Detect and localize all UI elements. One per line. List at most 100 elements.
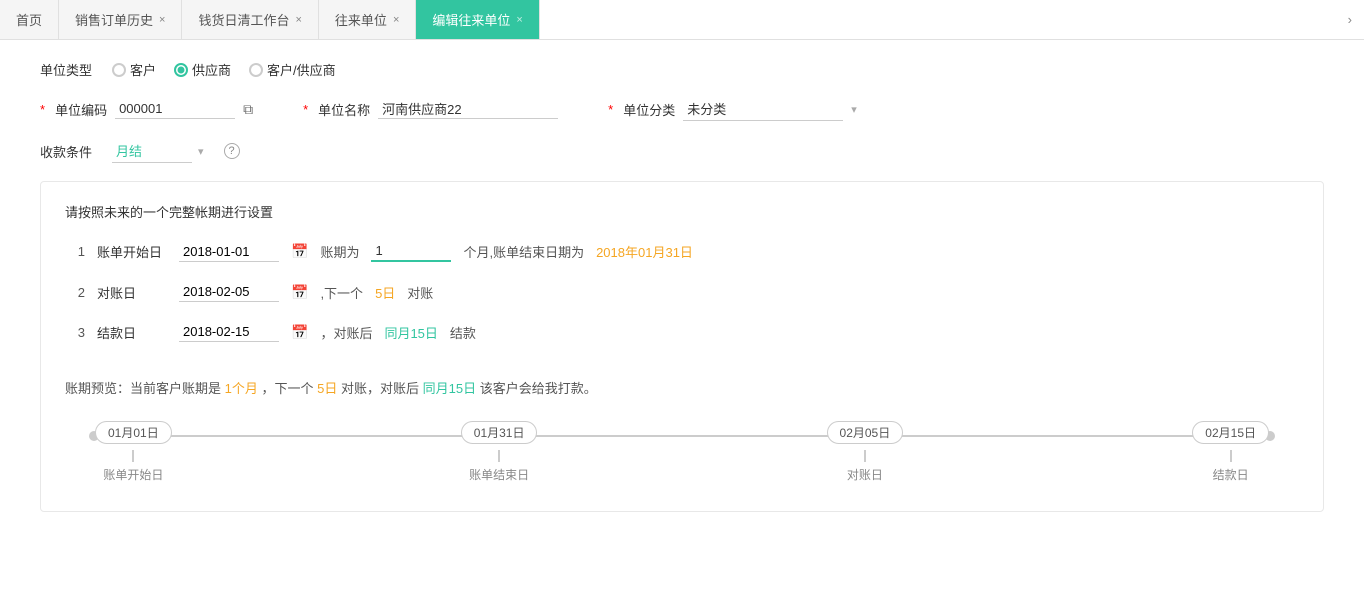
timeline-connector-1 [132, 450, 134, 462]
period-row-2-prefix: ,下一个 [320, 283, 363, 302]
radio-circle-supplier [174, 63, 188, 77]
tab-cashier-workbench[interactable]: 钱货日清工作台 × [182, 0, 318, 39]
period-row-2-suffix: 对账 [407, 283, 433, 302]
radio-customer-label: 客户 [130, 60, 156, 79]
period-row-1-calendar-icon[interactable]: 📅 [291, 243, 308, 260]
timeline-point-2: 01月31日 账单结束日 [461, 421, 538, 483]
unit-code-group: * 单位编码 ⧉ [40, 99, 253, 119]
unit-category-value: 未分类 [683, 97, 843, 121]
tab-home[interactable]: 首页 [0, 0, 59, 39]
tab-sales-history-close[interactable]: × [159, 14, 165, 26]
unit-type-row: 单位类型 客户 供应商 客户/供应商 [40, 60, 1324, 79]
timeline-connector-4 [1230, 450, 1232, 462]
radio-supplier-label: 供应商 [192, 60, 231, 79]
preview-section: 账期预览：当前客户账期是 1个月 ，下一个 5日 对账，对账后 同月15日 该客… [65, 362, 1299, 491]
preview-part1: 1个月 [225, 381, 258, 396]
period-row-3-day: 同月15日 [384, 323, 437, 342]
unit-name-required: * [303, 102, 308, 117]
radio-circle-both [249, 63, 263, 77]
unit-category-chevron-icon[interactable]: ▾ [851, 103, 857, 116]
help-icon[interactable]: ? [224, 143, 240, 159]
period-row-3-calendar-icon[interactable]: 📅 [291, 324, 308, 341]
radio-customer[interactable]: 客户 [112, 60, 156, 79]
tab-home-label: 首页 [16, 10, 42, 29]
period-row-1-date[interactable] [179, 242, 279, 262]
timeline-label-2: 账单结束日 [469, 466, 529, 483]
timeline-label-3: 对账日 [847, 466, 883, 483]
radio-both[interactable]: 客户/供应商 [249, 60, 336, 79]
timeline-label-1: 账单开始日 [103, 466, 163, 483]
timeline-badge-1: 01月01日 [95, 421, 172, 444]
tab-sales-history-label: 销售订单历史 [75, 10, 153, 29]
tab-cashier-workbench-close[interactable]: × [295, 14, 301, 26]
period-row-2-calendar-icon[interactable]: 📅 [291, 284, 308, 301]
tab-edit-related-units-close[interactable]: × [516, 14, 522, 26]
preview-end: 该客户会给我打款。 [480, 381, 597, 396]
unit-info-row: * 单位编码 ⧉ * 单位名称 * 单位分类 未分类 ▾ [40, 97, 1324, 121]
radio-supplier[interactable]: 供应商 [174, 60, 231, 79]
period-row-1-label: 账单开始日 [97, 242, 167, 261]
unit-name-label: 单位名称 [318, 100, 370, 119]
payment-terms-label: 收款条件 [40, 142, 92, 161]
tab-sales-history[interactable]: 销售订单历史 × [59, 0, 182, 39]
radio-both-label: 客户/供应商 [267, 60, 336, 79]
tab-edit-related-units[interactable]: 编辑往来单位 × [416, 0, 539, 39]
tab-related-units-label: 往来单位 [335, 10, 387, 29]
unit-category-group: * 单位分类 未分类 ▾ [608, 97, 857, 121]
period-row-1: 1 账单开始日 📅 账期为 个月,账单结束日期为 2018年01月31日 [65, 241, 1299, 262]
period-settings-box: 请按照未来的一个完整帐期进行设置 1 账单开始日 📅 账期为 个月,账单结束日期… [40, 181, 1324, 512]
tab-related-units-close[interactable]: × [393, 14, 399, 26]
tab-related-units[interactable]: 往来单位 × [319, 0, 416, 39]
period-row-3-num: 3 [65, 325, 85, 340]
period-row-1-prefix: 账期为 [320, 242, 359, 261]
period-row-2: 2 对账日 📅 ,下一个 5日 对账 [65, 282, 1299, 302]
tab-cashier-workbench-label: 钱货日清工作台 [198, 10, 289, 29]
period-row-3-suffix: 结款 [450, 323, 476, 342]
chevron-right-icon: › [1348, 12, 1352, 27]
period-row-2-date[interactable] [179, 282, 279, 302]
period-row-2-num: 2 [65, 285, 85, 300]
period-row-1-num: 1 [65, 244, 85, 259]
period-row-2-label: 对账日 [97, 283, 167, 302]
payment-terms-chevron-icon[interactable]: ▾ [198, 145, 204, 158]
preview-part3: 同月15日 [423, 381, 476, 396]
unit-type-label: 单位类型 [40, 60, 92, 79]
payment-terms-row: 收款条件 月结 ▾ ? [40, 139, 1324, 163]
unit-code-input[interactable] [115, 99, 235, 119]
unit-code-required: * [40, 102, 45, 117]
tabs-bar: 首页 销售订单历史 × 钱货日清工作台 × 往来单位 × 编辑往来单位 × › [0, 0, 1364, 40]
period-row-1-suffix-before: 个月,账单结束日期为 [463, 242, 584, 261]
preview-part2: 5日 [317, 381, 337, 396]
section-title: 请按照未来的一个完整帐期进行设置 [65, 202, 1299, 221]
radio-group-unit-type: 客户 供应商 客户/供应商 [112, 60, 336, 79]
unit-code-label: 单位编码 [55, 100, 107, 119]
period-row-3-date[interactable] [179, 322, 279, 342]
period-row-2-day: 5日 [375, 283, 395, 302]
timeline-badge-4: 02月15日 [1192, 421, 1269, 444]
unit-category-required: * [608, 102, 613, 117]
unit-name-input[interactable] [378, 99, 558, 119]
radio-circle-customer [112, 63, 126, 77]
unit-code-copy-icon[interactable]: ⧉ [243, 101, 253, 118]
timeline-items: 01月01日 账单开始日 01月31日 账单结束日 02月05日 对账 [95, 421, 1269, 483]
timeline-point-3: 02月05日 对账日 [827, 421, 904, 483]
timeline-badge-2: 01月31日 [461, 421, 538, 444]
period-row-3-prefix: ，对账后 [320, 323, 372, 342]
period-row-3: 3 结款日 📅 ，对账后 同月15日 结款 [65, 322, 1299, 342]
tab-edit-related-units-label: 编辑往来单位 [432, 10, 510, 29]
unit-name-group: * 单位名称 [303, 99, 558, 119]
timeline-point-1: 01月01日 账单开始日 [95, 421, 172, 483]
preview-sep1: ，下一个 [262, 381, 314, 396]
preview-label: 账期预览：当前客户账期是 [65, 381, 221, 396]
preview-mid: 对账，对账后 [341, 381, 419, 396]
tab-expand-button[interactable]: › [1336, 0, 1364, 39]
unit-category-label: 单位分类 [623, 100, 675, 119]
timeline-wrapper: 01月01日 账单开始日 01月31日 账单结束日 02月05日 对账 [65, 421, 1299, 483]
timeline-badge-3: 02月05日 [827, 421, 904, 444]
payment-terms-select[interactable]: 月结 ▾ [112, 139, 204, 163]
period-row-1-months[interactable] [371, 241, 451, 262]
payment-terms-value: 月结 [112, 139, 192, 163]
timeline-connector-3 [864, 450, 866, 462]
page-content: 单位类型 客户 供应商 客户/供应商 * 单位编码 ⧉ * 单位名称 [0, 40, 1364, 608]
period-row-1-end-date: 2018年01月31日 [596, 242, 693, 261]
